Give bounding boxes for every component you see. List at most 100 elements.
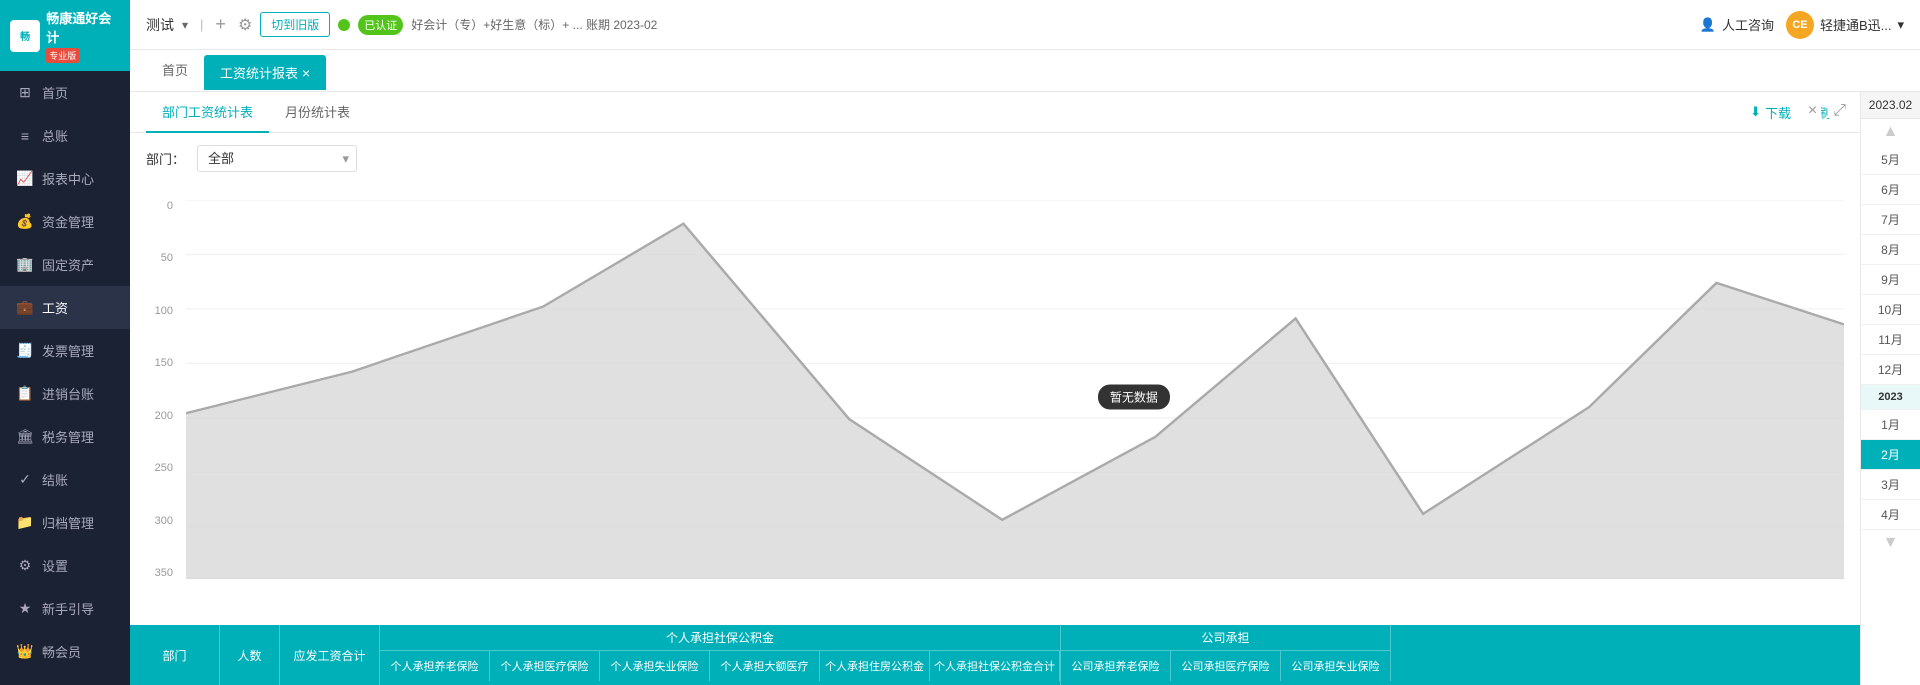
th-personal-medical: 个人承担医疗保险 bbox=[490, 651, 600, 681]
ledger-icon: ≡ bbox=[16, 128, 34, 144]
subtab-monthly[interactable]: 月份统计表 bbox=[269, 92, 366, 133]
overlay-close-btn[interactable]: × bbox=[1804, 100, 1821, 122]
sidebar-item-member[interactable]: 👑 畅会员 bbox=[0, 630, 130, 673]
sidebar-item-label: 工资 bbox=[42, 298, 68, 317]
topbar-right: 👤 人工咨询 CE 轻捷通B迅... ▾ bbox=[1700, 11, 1904, 39]
topbar-info: 好会计（专）+好生意（标）+ ... 账期 2023-02 bbox=[411, 16, 657, 33]
date-2023-3[interactable]: 3月 bbox=[1861, 470, 1920, 500]
invoice-icon: 🧾 bbox=[16, 342, 34, 359]
table-header: 部门 人数 应发工资合计 个人承担社保公积金 个人承担养老保险 个人承担医疗保险… bbox=[130, 625, 1860, 685]
content-main: 部门工资统计表 月份统计表 ⬇ 下载 ↻ 刷新 部门： bbox=[130, 92, 1860, 685]
overlay-controls: × ⤢ bbox=[1804, 100, 1850, 122]
sidebar-item-label: 首页 bbox=[42, 83, 68, 102]
date-nav-up[interactable]: ▲ bbox=[1883, 119, 1899, 145]
date-2023-2[interactable]: 2月 bbox=[1861, 440, 1920, 470]
user-menu[interactable]: CE 轻捷通B迅... ▾ bbox=[1786, 11, 1904, 39]
date-6[interactable]: 6月 bbox=[1861, 175, 1920, 205]
sidebar-item-guide[interactable]: ★ 新手引导 bbox=[0, 587, 130, 630]
sidebar-item-funds[interactable]: 💰 资金管理 bbox=[0, 200, 130, 243]
sidebar-item-label: 归档管理 bbox=[42, 513, 94, 532]
date-nav-down[interactable]: ▼ bbox=[1883, 530, 1899, 556]
purchase-icon: 📋 bbox=[16, 385, 34, 402]
date-2023-1[interactable]: 1月 bbox=[1861, 410, 1920, 440]
sidebar-item-settings[interactable]: ⚙ 设置 bbox=[0, 544, 130, 587]
dept-select-wrap: 全部 财务部 人事部 销售部 技术部 bbox=[197, 145, 357, 172]
overlay-expand-btn[interactable]: ⤢ bbox=[1829, 100, 1850, 122]
sidebar-logo: 畅 畅康通好会计 专业版 bbox=[0, 0, 130, 71]
support-label: 人工咨询 bbox=[1722, 15, 1774, 34]
download-btn[interactable]: ⬇ 下载 bbox=[1750, 103, 1791, 122]
tab-salary-report[interactable]: 工资统计报表 × bbox=[204, 55, 326, 90]
subtab-dept-salary[interactable]: 部门工资统计表 bbox=[146, 92, 269, 133]
th-company-medical: 公司承担医疗保险 bbox=[1171, 651, 1281, 681]
dept-filter-label: 部门： bbox=[146, 149, 185, 168]
th-group-personal-cols: 个人承担养老保险 个人承担医疗保险 个人承担失业保险 个人承担大额医疗 个人承担… bbox=[380, 651, 1060, 681]
sidebar-item-label: 发票管理 bbox=[42, 341, 94, 360]
topbar-dropdown-arrow[interactable]: ▾ bbox=[182, 18, 188, 32]
topbar-separator: | bbox=[200, 17, 203, 32]
user-dropdown-icon: ▾ bbox=[1897, 17, 1904, 33]
date-5[interactable]: 5月 bbox=[1861, 145, 1920, 175]
certified-dot bbox=[338, 19, 350, 31]
date-12[interactable]: 12月 bbox=[1861, 355, 1920, 385]
th-personal-old-age: 个人承担养老保险 bbox=[380, 651, 490, 681]
topbar-add-icon[interactable]: + bbox=[215, 14, 226, 35]
sidebar-item-tax[interactable]: 🏛 税务管理 bbox=[0, 415, 130, 458]
switch-old-btn[interactable]: 切到旧版 bbox=[260, 12, 330, 37]
sidebar-item-invoice[interactable]: 🧾 发票管理 bbox=[0, 329, 130, 372]
date-7[interactable]: 7月 bbox=[1861, 205, 1920, 235]
support-icon: 👤 bbox=[1700, 17, 1716, 33]
sidebar-item-label: 资金管理 bbox=[42, 212, 94, 231]
sidebar-item-home[interactable]: ⊞ 首页 bbox=[0, 71, 130, 114]
sidebar-item-reports[interactable]: 📈 报表中心 bbox=[0, 157, 130, 200]
logo-icon: 畅 bbox=[10, 20, 40, 52]
sidebar-item-label: 进销台账 bbox=[42, 384, 94, 403]
sidebar-item-salary[interactable]: 💼 工资 bbox=[0, 286, 130, 329]
reports-icon: 📈 bbox=[16, 170, 34, 187]
home-icon: ⊞ bbox=[16, 84, 34, 101]
tax-icon: 🏛 bbox=[16, 428, 34, 445]
sidebar-item-assets[interactable]: 🏢 固定资产 bbox=[0, 243, 130, 286]
close-books-icon: ✓ bbox=[16, 471, 34, 488]
topbar-title: 测试 bbox=[146, 15, 174, 35]
right-date-sidebar: 2023.02 ▲ 5月 6月 7月 8月 9月 10月 11月 12月 202… bbox=[1860, 92, 1920, 685]
sidebar-item-ledger[interactable]: ≡ 总账 bbox=[0, 114, 130, 157]
date-2023-4[interactable]: 4月 bbox=[1861, 500, 1920, 530]
tab-home[interactable]: 首页 bbox=[146, 50, 204, 91]
th-count: 人数 bbox=[220, 625, 280, 685]
username-label: 轻捷通B迅... bbox=[1820, 15, 1892, 34]
date-11[interactable]: 11月 bbox=[1861, 325, 1920, 355]
sidebar-item-label: 报表中心 bbox=[42, 169, 94, 188]
topbar: 测试 ▾ | + ⚙ 切到旧版 已认证 好会计（专）+好生意（标）+ ... 账… bbox=[130, 0, 1920, 50]
archive-icon: 📁 bbox=[16, 514, 34, 531]
sidebar-item-archive[interactable]: 📁 归档管理 bbox=[0, 501, 130, 544]
sidebar-item-close[interactable]: ✓ 结账 bbox=[0, 458, 130, 501]
date-8[interactable]: 8月 bbox=[1861, 235, 1920, 265]
th-personal-total: 个人承担社保公积金合计 bbox=[930, 651, 1060, 681]
sidebar-item-purchase[interactable]: 📋 进销台账 bbox=[0, 372, 130, 415]
dept-select[interactable]: 全部 财务部 人事部 销售部 技术部 bbox=[197, 145, 357, 172]
salary-icon: 💼 bbox=[16, 299, 34, 316]
guide-icon: ★ bbox=[16, 600, 34, 617]
support-btn[interactable]: 👤 人工咨询 bbox=[1700, 15, 1774, 34]
avatar: CE bbox=[1786, 11, 1814, 39]
tab-close-icon[interactable]: × bbox=[302, 65, 310, 81]
date-9[interactable]: 9月 bbox=[1861, 265, 1920, 295]
sidebar-item-label: 畅会员 bbox=[42, 642, 81, 661]
chart-area: 350 300 250 200 150 100 50 0 bbox=[130, 184, 1860, 625]
th-group-company: 公司承担 公司承担养老保险 公司承担医疗保险 公司承担失业保险 bbox=[1061, 625, 1391, 685]
filters-bar: 部门： 全部 财务部 人事部 销售部 技术部 bbox=[130, 133, 1860, 184]
year-2023-label: 2023 bbox=[1861, 385, 1920, 410]
chart-tooltip: 暂无数据 bbox=[1098, 385, 1170, 410]
sidebar-item-label: 设置 bbox=[42, 556, 68, 575]
subtab-bar: 部门工资统计表 月份统计表 ⬇ 下载 ↻ 刷新 bbox=[130, 92, 1860, 133]
chart-container: 350 300 250 200 150 100 50 0 bbox=[146, 200, 1844, 609]
certified-badge: 已认证 bbox=[358, 15, 403, 35]
topbar-gear-icon[interactable]: ⚙ bbox=[238, 15, 252, 35]
th-personal-housing: 个人承担住房公积金 bbox=[820, 651, 930, 681]
th-personal-unemployment: 个人承担失业保险 bbox=[600, 651, 710, 681]
th-personal-big-medical: 个人承担大额医疗 bbox=[710, 651, 820, 681]
date-10[interactable]: 10月 bbox=[1861, 295, 1920, 325]
sidebar-item-label: 总账 bbox=[42, 126, 68, 145]
download-icon: ⬇ bbox=[1750, 104, 1761, 120]
